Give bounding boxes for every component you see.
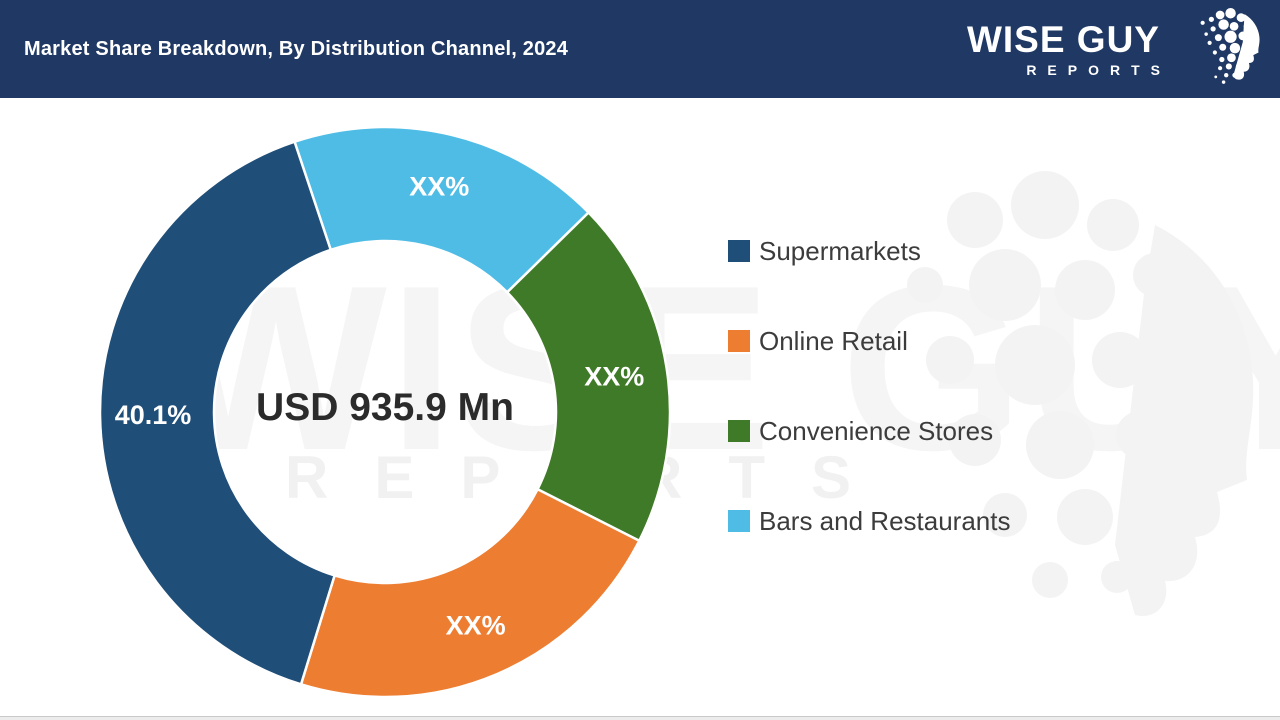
legend-item-convenience-stores: Convenience Stores — [728, 416, 1010, 446]
legend-item-bars-and-restaurants: Bars and Restaurants — [728, 506, 1010, 536]
slice-online-retail — [299, 488, 641, 699]
legend-label: Online Retail — [759, 325, 908, 356]
logo-text: WISE GUY REPORTS — [967, 21, 1160, 77]
logo-wordmark: WISE GUY — [966, 19, 1160, 60]
chart-legend: Supermarkets Online Retail Convenience S… — [728, 236, 1010, 600]
slice-label-online-retail: XX% — [446, 611, 506, 641]
bottom-divider — [0, 716, 1280, 720]
legend-label: Bars and Restaurants — [759, 505, 1011, 536]
legend-label: Convenience Stores — [759, 415, 994, 446]
legend-swatch-icon — [728, 420, 750, 442]
page-title: Market Share Breakdown, By Distribution … — [24, 37, 569, 60]
legend-item-supermarkets: Supermarkets — [728, 236, 1010, 266]
legend-swatch-icon — [728, 240, 750, 262]
slice-label-bars-and-restaurants: XX% — [409, 171, 469, 201]
legend-label: Supermarkets — [759, 235, 921, 266]
chart-center-value: USD 935.9 Mn — [256, 386, 514, 429]
logo-subtitle: REPORTS — [1026, 62, 1171, 78]
logo-head-icon — [1200, 7, 1260, 84]
legend-item-online-retail: Online Retail — [728, 326, 1010, 356]
slice-label-convenience-stores: XX% — [584, 362, 644, 392]
legend-swatch-icon — [728, 330, 750, 352]
slice-label-supermarkets: 40.1% — [115, 400, 192, 430]
header-bar: Market Share Breakdown, By Distribution … — [0, 0, 1280, 98]
legend-swatch-icon — [728, 510, 750, 532]
wise-guy-logo: WISE GUY REPORTS — [967, 7, 1262, 91]
